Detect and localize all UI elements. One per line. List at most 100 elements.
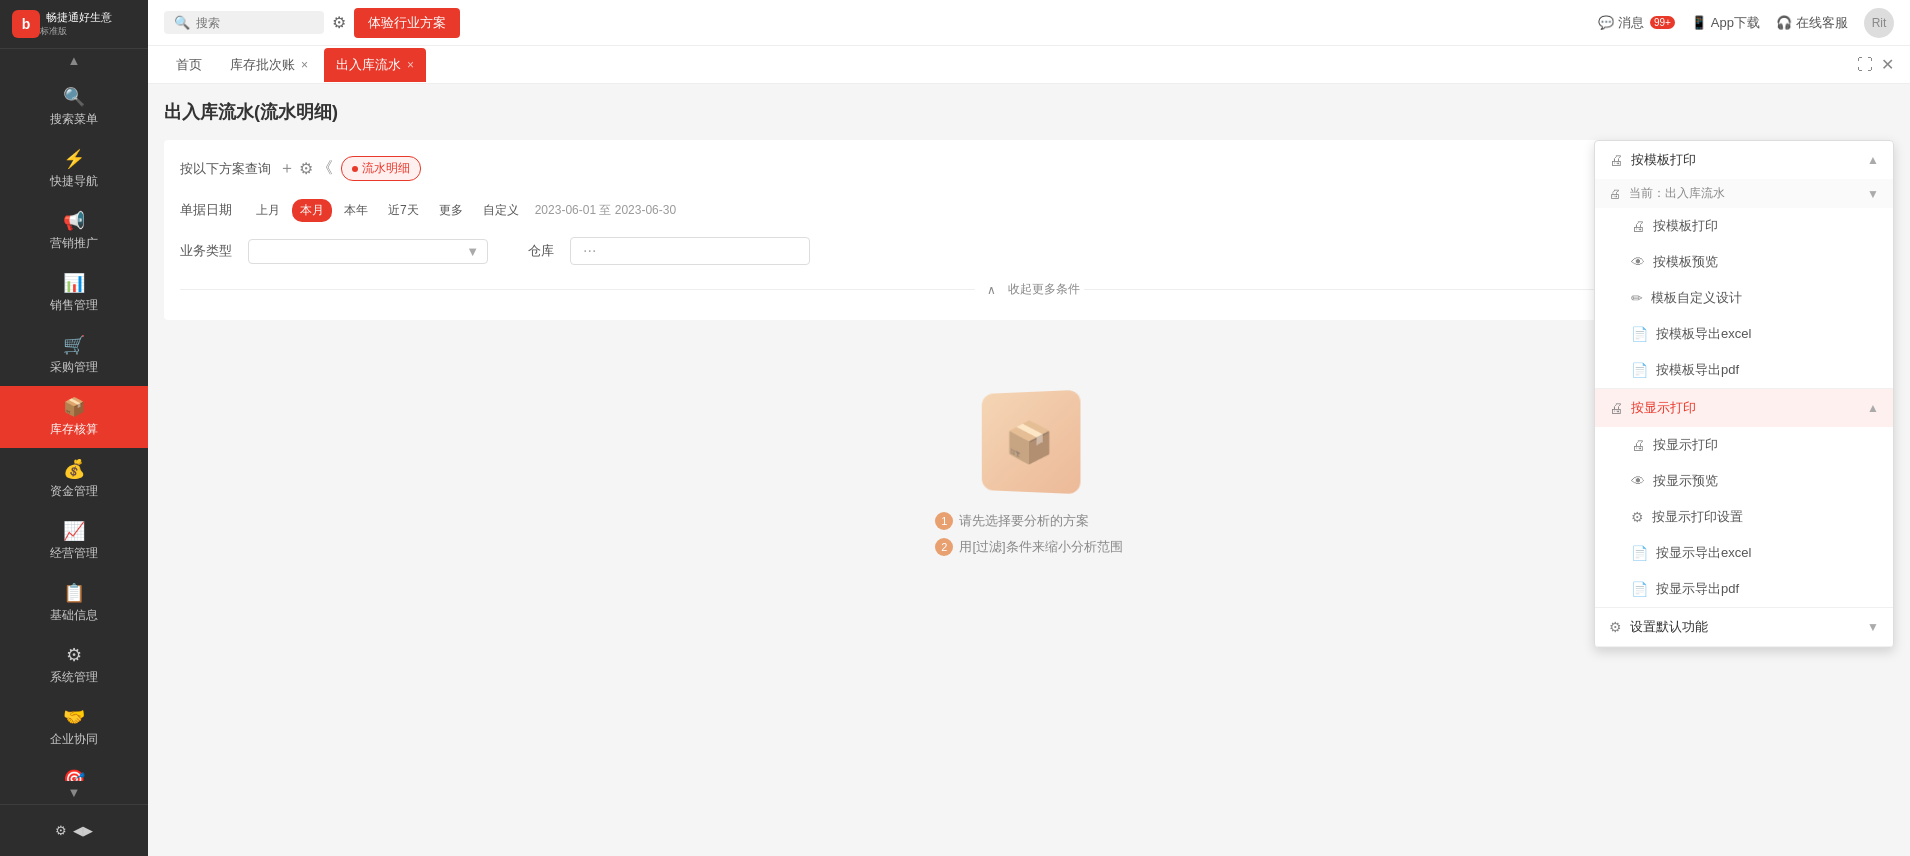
- template-preview-item[interactable]: 👁 按模板预览: [1595, 244, 1893, 280]
- message-badge: 99+: [1650, 16, 1675, 29]
- date-btn-more[interactable]: 更多: [431, 199, 471, 222]
- biz-type-select[interactable]: ▼: [248, 239, 488, 264]
- sidebar-nav: 🔍 搜索菜单 ⚡ 快捷导航 📢 营销推广 📊 销售管理 🛒 采购管理 📦 库存核…: [0, 72, 148, 781]
- tab-batch[interactable]: 库存批次账 ×: [218, 48, 320, 82]
- display-preview-item[interactable]: 👁 按显示预览: [1595, 463, 1893, 499]
- logo-icon: b: [12, 10, 40, 38]
- template-print-item[interactable]: 🖨 按模板打印: [1595, 208, 1893, 244]
- sidebar-bottom: ⚙ ◀▶: [0, 804, 148, 856]
- app-download-btn[interactable]: 📱 App下载: [1691, 14, 1760, 32]
- hint-num-1: 1: [935, 512, 953, 530]
- display-print-header[interactable]: 🖨 按显示打印 ▲: [1595, 389, 1893, 427]
- template-sub-label: 🖨 当前：出入库流水 ▼: [1595, 179, 1893, 208]
- tab-home[interactable]: 首页: [164, 48, 214, 82]
- printer-icon-1: 🖨: [1609, 152, 1623, 168]
- template-section-arrow-up: ▲: [1867, 153, 1879, 167]
- design-icon: ✏: [1631, 290, 1643, 306]
- warehouse-label: 仓库: [528, 242, 554, 260]
- sales-icon: 📊: [63, 272, 85, 294]
- header-gear-btn[interactable]: ⚙: [332, 13, 346, 32]
- template-print-header[interactable]: 🖨 按模板打印 ▲: [1595, 141, 1893, 179]
- top-header: 🔍 ⚙ 体验行业方案 💬 消息 99+ 📱 App下载 🎧 在线客服 Rit: [148, 0, 1910, 46]
- basic-icon: 📋: [63, 582, 85, 604]
- date-btn-this-year[interactable]: 本年: [336, 199, 376, 222]
- sidebar-item-search[interactable]: 🔍 搜索菜单: [0, 76, 148, 138]
- filter-add-btn[interactable]: ＋: [279, 158, 295, 179]
- purchase-icon: 🛒: [63, 334, 85, 356]
- sidebar-scroll-down[interactable]: ▼: [0, 781, 148, 804]
- sidebar-item-basic[interactable]: 📋 基础信息: [0, 572, 148, 634]
- sidebar-item-finance[interactable]: 💰 资金管理: [0, 448, 148, 510]
- sidebar-item-guide[interactable]: 🎯 新手引导: [0, 758, 148, 781]
- inventory-icon: 📦: [63, 396, 85, 418]
- sidebar-item-sales[interactable]: 📊 销售管理: [0, 262, 148, 324]
- download-icon: 📱: [1691, 15, 1707, 30]
- settings-icon: ⚙: [55, 823, 67, 838]
- template-custom-item[interactable]: ✏ 模板自定义设计: [1595, 280, 1893, 316]
- sidebar-scroll-up[interactable]: ▲: [0, 49, 148, 72]
- empty-hint-1: 1 请先选择要分析的方案: [935, 512, 1122, 530]
- tab-flow[interactable]: 出入库流水 ×: [324, 48, 426, 82]
- pdf-icon-2: 📄: [1631, 581, 1648, 597]
- template-pdf-item[interactable]: 📄 按模板导出pdf: [1595, 352, 1893, 388]
- warehouse-more-btn[interactable]: ···: [583, 242, 596, 260]
- settings-icon-2: ⚙: [1631, 509, 1644, 525]
- display-excel-item[interactable]: 📄 按显示导出excel: [1595, 535, 1893, 571]
- display-section-arrow-up: ▲: [1867, 401, 1879, 415]
- service-icon: 🎧: [1776, 15, 1792, 30]
- preview-icon-1: 👁: [1631, 254, 1645, 270]
- sidebar-toggle-icon: ◀▶: [73, 823, 93, 838]
- date-btn-7days[interactable]: 近7天: [380, 199, 427, 222]
- date-btn-last-month[interactable]: 上月: [248, 199, 288, 222]
- message-icon: 💬: [1598, 15, 1614, 30]
- display-print-settings-item[interactable]: ⚙ 按显示打印设置: [1595, 499, 1893, 535]
- sidebar-item-operations[interactable]: 📈 经营管理: [0, 510, 148, 572]
- messages-btn[interactable]: 💬 消息 99+: [1598, 14, 1675, 32]
- sidebar-item-collab[interactable]: 🤝 企业协同: [0, 696, 148, 758]
- printer-icon-2: 🖨: [1631, 218, 1645, 234]
- sidebar-item-marketing[interactable]: 📢 营销推广: [0, 200, 148, 262]
- display-print-item[interactable]: 🖨 按显示打印: [1595, 427, 1893, 463]
- set-default-header[interactable]: ⚙ 设置默认功能 ▼: [1595, 608, 1893, 646]
- filter-dot: [352, 166, 358, 172]
- filter-gear-btn[interactable]: ⚙: [299, 159, 313, 178]
- logo-text: 畅捷通好生意 标准版: [40, 10, 112, 37]
- sidebar-item-system[interactable]: ⚙ 系统管理: [0, 634, 148, 696]
- date-btn-this-month[interactable]: 本月: [292, 199, 332, 222]
- display-pdf-item[interactable]: 📄 按显示导出pdf: [1595, 571, 1893, 607]
- tab-maximize-btn[interactable]: ⛶: [1857, 56, 1873, 74]
- user-avatar[interactable]: Rit: [1864, 8, 1894, 38]
- header-search-box[interactable]: 🔍: [164, 11, 324, 34]
- display-print-section: 🖨 按显示打印 ▲ 🖨 按显示打印 👁 按显示预览 ⚙ 按显示打印设置: [1595, 389, 1893, 608]
- sidebar-item-purchase[interactable]: 🛒 采购管理: [0, 324, 148, 386]
- tab-close-all-btn[interactable]: ✕: [1881, 55, 1894, 74]
- date-options: 上月 本月 本年 近7天 更多 自定义 2023-06-01 至 2023-06…: [248, 199, 676, 222]
- filter-label: 按以下方案查询: [180, 160, 271, 178]
- date-btn-custom[interactable]: 自定义: [475, 199, 527, 222]
- empty-illustration: 📦: [982, 390, 1081, 495]
- online-service-btn[interactable]: 🎧 在线客服: [1776, 14, 1848, 32]
- industry-btn[interactable]: 体验行业方案: [354, 8, 460, 38]
- tab-close-flow[interactable]: ×: [407, 58, 414, 72]
- sidebar-item-shortcut[interactable]: ⚡ 快捷导航: [0, 138, 148, 200]
- tabs-bar: 首页 库存批次账 × 出入库流水 × ⛶ ✕: [148, 46, 1910, 84]
- guide-icon: 🎯: [63, 768, 85, 781]
- active-filter-tag[interactable]: 流水明细: [341, 156, 421, 181]
- tabs-right: ⛶ ✕: [1857, 55, 1894, 74]
- default-section-arrow-down: ▼: [1867, 620, 1879, 634]
- page-title: 出入库流水(流水明细): [164, 100, 1894, 124]
- header-actions: ⚙ 体验行业方案: [332, 8, 460, 38]
- preview-icon-2: 👁: [1631, 473, 1645, 489]
- template-excel-item[interactable]: 📄 按模板导出excel: [1595, 316, 1893, 352]
- sub-label-arrow[interactable]: ▼: [1867, 187, 1879, 201]
- marketing-icon: 📢: [63, 210, 85, 232]
- filter-left-collapse-btn[interactable]: 《: [317, 158, 333, 179]
- sidebar-item-inventory[interactable]: 📦 库存核算: [0, 386, 148, 448]
- printer-icon-3: 🖨: [1609, 400, 1623, 416]
- tab-close-batch[interactable]: ×: [301, 58, 308, 72]
- warehouse-select[interactable]: ···: [570, 237, 810, 265]
- search-input[interactable]: [196, 16, 306, 30]
- header-right: 💬 消息 99+ 📱 App下载 🎧 在线客服 Rit: [1598, 8, 1894, 38]
- date-field-label: 单据日期: [180, 201, 232, 219]
- sidebar-settings-btn[interactable]: ⚙ ◀▶: [0, 813, 148, 848]
